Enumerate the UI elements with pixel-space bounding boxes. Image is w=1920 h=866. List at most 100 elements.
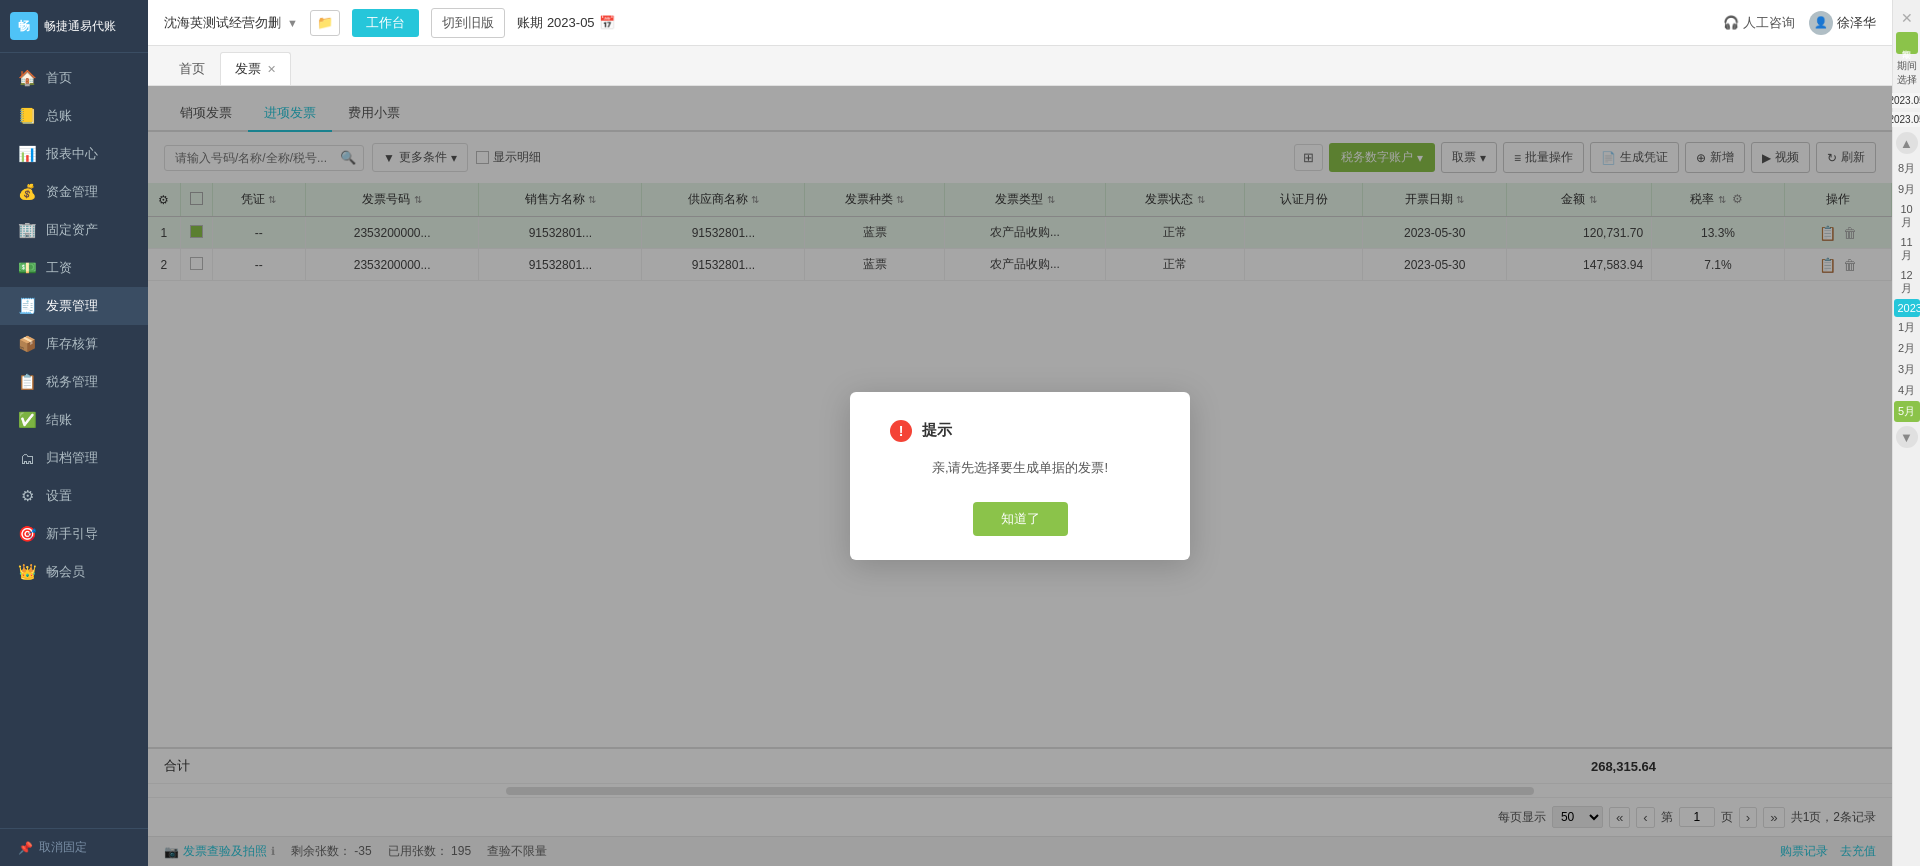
tax-icon: 📋	[18, 373, 36, 391]
company-dropdown-icon: ▼	[287, 17, 298, 29]
period-month-5月[interactable]: 5月	[1894, 401, 1920, 422]
period-month-1月[interactable]: 1月	[1894, 317, 1920, 338]
sidebar-label-ledger: 总账	[46, 107, 72, 125]
modal-dialog: ! 提示 亲,请先选择要生成单据的发票! 知道了	[850, 392, 1190, 561]
archive-button[interactable]: 📁	[310, 10, 340, 36]
period-month-8月[interactable]: 8月	[1894, 158, 1920, 179]
sidebar-item-invoices[interactable]: 🧾 发票管理	[0, 287, 148, 325]
sidebar-menu: 🏠 首页 📒 总账 📊 报表中心 💰资金管理 🏢 固定资产 💵 工资 🧾 发票管理 📦 库存核算 📋 税务管理 ✅…	[0, 53, 148, 828]
archive-icon: 🗂	[18, 450, 36, 467]
modal-body: 亲,请先选择要生成单据的发票!	[890, 458, 1150, 479]
sidebar-label-guide: 新手引导	[46, 525, 98, 543]
sidebar-cancel-pin[interactable]: 📌 取消固定	[0, 828, 148, 866]
avatar: 👤	[1809, 11, 1833, 35]
sidebar-item-tax[interactable]: 📋 税务管理	[0, 363, 148, 401]
reports-icon: 📊	[18, 145, 36, 163]
period-month-4月[interactable]: 4月	[1894, 380, 1920, 401]
main-area: 沈海英测试经营勿删 ▼ 📁 工作台 切到旧版 账期 2023-05 📅 🎧 人工…	[148, 0, 1892, 866]
tab-invoices[interactable]: 发票 ✕	[220, 52, 291, 85]
app-title: 畅捷通易代账	[44, 18, 116, 35]
sidebar-item-ledger[interactable]: 📒 总账	[0, 97, 148, 135]
sidebar-item-inventory[interactable]: 📦 库存核算	[0, 325, 148, 363]
period-display: 账期 2023-05 📅	[517, 14, 615, 32]
headset-icon: 🎧	[1723, 15, 1739, 30]
period-button[interactable]: 常期	[1896, 32, 1918, 54]
sidebar-item-assets[interactable]: 🏢 固定资产	[0, 211, 148, 249]
tabs-bar: 首页 发票 ✕	[148, 46, 1892, 86]
panel-down-arrow[interactable]: ▼	[1896, 426, 1918, 448]
modal-header: ! 提示	[890, 420, 1150, 442]
content-area: 销项发票 进项发票 费用小票 🔍 ▼ 更多条件 ▾ 显示明细	[148, 86, 1892, 866]
sidebar-item-settle[interactable]: ✅ 结账	[0, 401, 148, 439]
invoices-icon: 🧾	[18, 297, 36, 315]
salary-icon: 💵	[18, 259, 36, 277]
right-panel-close-icon[interactable]: ✕	[1901, 10, 1913, 26]
pin-icon: 📌	[18, 841, 33, 855]
period-month-3月[interactable]: 3月	[1894, 359, 1920, 380]
sidebar-label-archive: 归档管理	[46, 449, 98, 467]
settle-icon: ✅	[18, 411, 36, 429]
guide-icon: 🎯	[18, 525, 36, 543]
sidebar-item-archive[interactable]: 🗂 归档管理	[0, 439, 148, 477]
modal-message: 亲,请先选择要生成单据的发票!	[932, 460, 1108, 475]
period-month-10月[interactable]: 10月	[1894, 200, 1920, 233]
modal-title: 提示	[922, 421, 952, 440]
sidebar-item-salary[interactable]: 💵 工资	[0, 249, 148, 287]
right-panel: ✕ 常期 期间选择 2023.05 2023.05 ▲ 8月9月10月11月12…	[1892, 0, 1920, 866]
tab-close-icon[interactable]: ✕	[267, 63, 276, 76]
inventory-icon: 📦	[18, 335, 36, 353]
topbar: 沈海英测试经营勿删 ▼ 📁 工作台 切到旧版 账期 2023-05 📅 🎧 人工…	[148, 0, 1892, 46]
period-month-9月[interactable]: 9月	[1894, 179, 1920, 200]
support-button[interactable]: 🎧 人工咨询	[1723, 14, 1795, 32]
company-selector[interactable]: 沈海英测试经营勿删 ▼	[164, 14, 298, 32]
modal-footer: 知道了	[890, 502, 1150, 536]
sidebar-label-salary: 工资	[46, 259, 72, 277]
sidebar-label-tax: 税务管理	[46, 373, 98, 391]
warning-icon: !	[890, 420, 912, 442]
sidebar-label-reports: 报表中心	[46, 145, 98, 163]
sidebar: 畅 畅捷通易代账 🏠 首页 📒 总账 📊 报表中心 💰资金管理 🏢 固定资产 💵 工资 🧾 发票管理 📦 库…	[0, 0, 148, 866]
app-logo: 畅 畅捷通易代账	[0, 0, 148, 53]
member-icon: 👑	[18, 563, 36, 581]
user-menu[interactable]: 👤 徐泽华	[1809, 11, 1876, 35]
sidebar-item-reports[interactable]: 📊 报表中心	[0, 135, 148, 173]
topbar-right: 🎧 人工咨询 👤 徐泽华	[1723, 11, 1876, 35]
tab-home-label: 首页	[179, 60, 205, 78]
period-value-1[interactable]: 2023.05	[1888, 93, 1920, 108]
home-icon: 🏠	[18, 69, 36, 87]
company-name: 沈海英测试经营勿删	[164, 14, 281, 32]
sidebar-label-assets: 固定资产	[46, 221, 98, 239]
sidebar-label-member: 畅会员	[46, 563, 85, 581]
sidebar-label-home: 首页	[46, 69, 72, 87]
sidebar-item-settings[interactable]: ⚙ 设置	[0, 477, 148, 515]
sidebar-item-funds[interactable]: 💰资金管理	[0, 173, 148, 211]
sidebar-label-inventory: 库存核算	[46, 335, 98, 353]
assets-icon: 🏢	[18, 221, 36, 239]
sidebar-label-invoices: 发票管理	[46, 297, 98, 315]
sidebar-item-guide[interactable]: 🎯 新手引导	[0, 515, 148, 553]
period-month-12月[interactable]: 12月	[1894, 266, 1920, 299]
sidebar-label-settings: 设置	[46, 487, 72, 505]
period-month-2023[interactable]: 2023	[1894, 299, 1920, 317]
period-month-11月[interactable]: 11月	[1894, 233, 1920, 266]
period-month-2月[interactable]: 2月	[1894, 338, 1920, 359]
archive-icon: 📁	[317, 15, 333, 30]
calendar-icon[interactable]: 📅	[599, 15, 615, 30]
logo-icon: 畅	[10, 12, 38, 40]
tab-invoices-label: 发票	[235, 60, 261, 78]
ledger-icon: 📒	[18, 107, 36, 125]
period-months: 8月9月10月11月12月20231月2月3月4月5月	[1894, 158, 1920, 422]
sidebar-label-funds: 资金管理	[46, 183, 98, 201]
sidebar-item-member[interactable]: 👑 畅会员	[0, 553, 148, 591]
period-value-2[interactable]: 2023.05	[1888, 112, 1920, 127]
modal-overlay: ! 提示 亲,请先选择要生成单据的发票! 知道了	[148, 86, 1892, 866]
workspace-button[interactable]: 工作台	[352, 9, 419, 37]
sidebar-label-settle: 结账	[46, 411, 72, 429]
sidebar-item-home[interactable]: 🏠 首页	[0, 59, 148, 97]
panel-up-arrow[interactable]: ▲	[1896, 132, 1918, 154]
period-selector-label: 期间选择	[1893, 56, 1920, 90]
settings-icon: ⚙	[18, 487, 36, 505]
tab-home[interactable]: 首页	[164, 52, 220, 85]
switch-version-button[interactable]: 切到旧版	[431, 8, 505, 38]
modal-ok-button[interactable]: 知道了	[973, 502, 1068, 536]
